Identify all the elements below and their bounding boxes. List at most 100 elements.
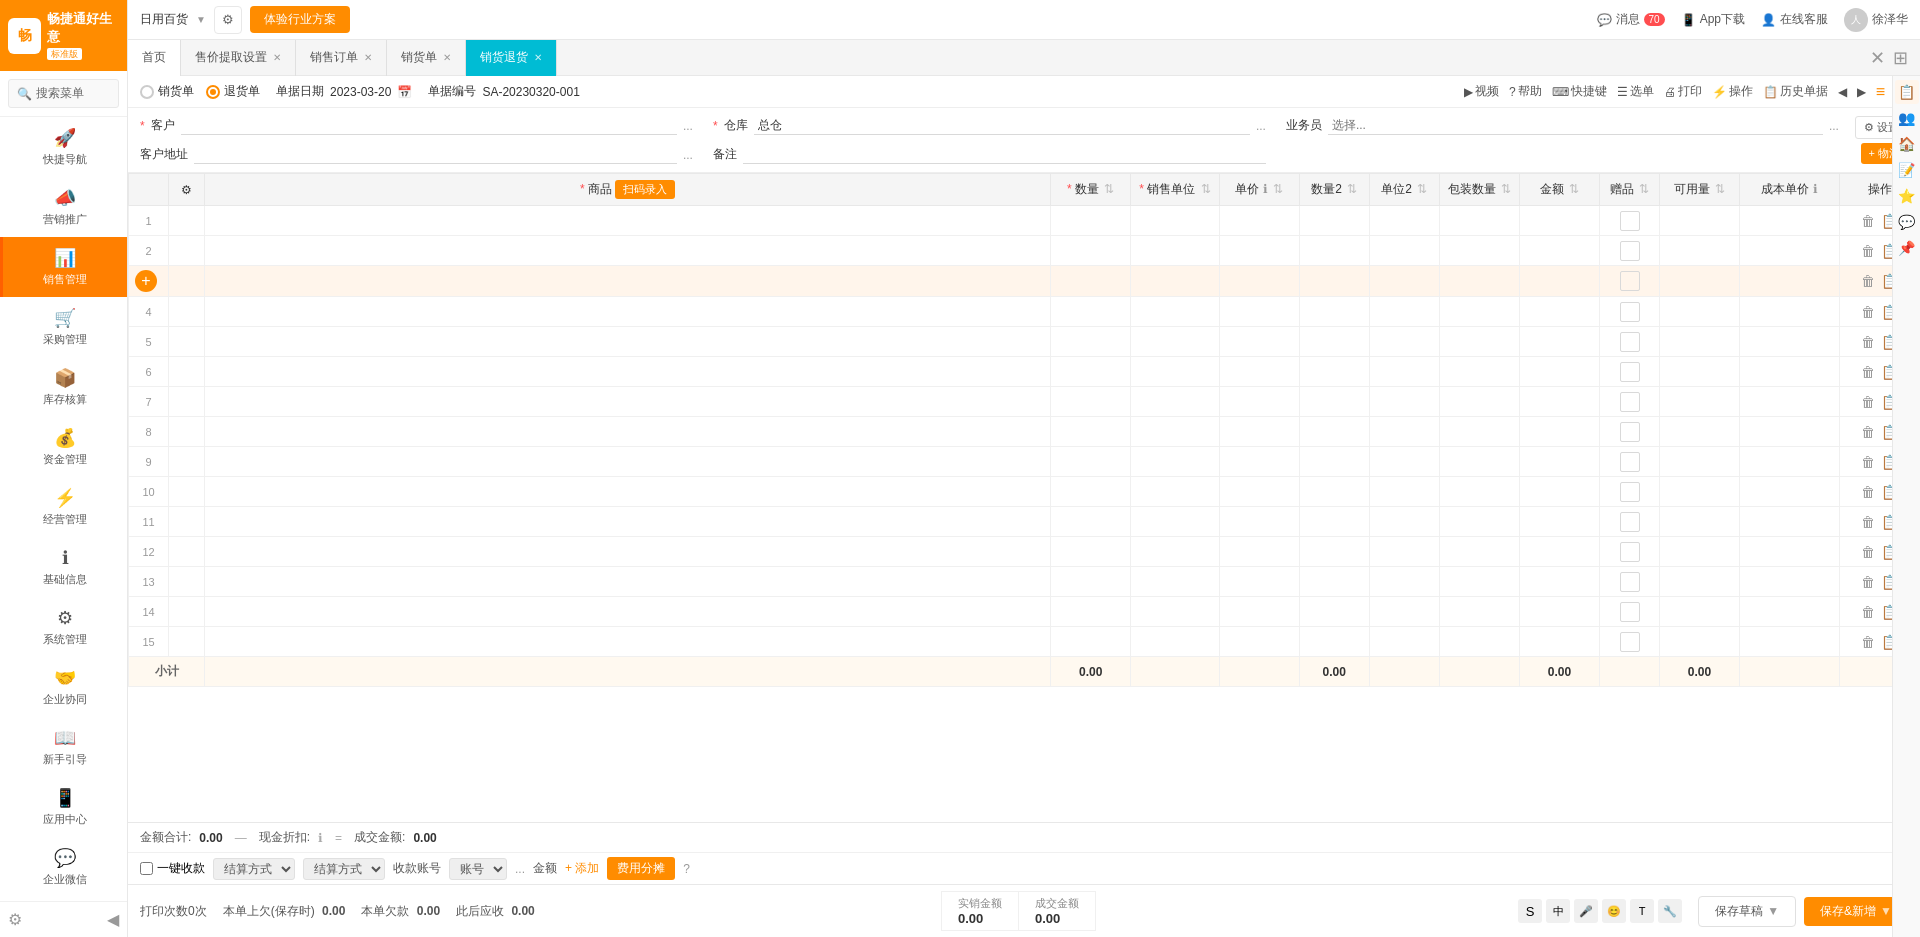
- row-product[interactable]: [205, 206, 1051, 236]
- row-avail[interactable]: [1660, 206, 1740, 236]
- row-avail[interactable]: [1660, 236, 1740, 266]
- address-select-icon[interactable]: ...: [683, 148, 693, 162]
- save-new-dropdown-icon[interactable]: ▼: [1880, 904, 1892, 918]
- discount-info-icon[interactable]: ℹ: [318, 831, 323, 845]
- row-avail[interactable]: [1660, 266, 1740, 297]
- customer-select-icon[interactable]: ...: [683, 119, 693, 133]
- delete-row-icon[interactable]: 🗑: [1861, 394, 1875, 410]
- row-pkg[interactable]: [1439, 266, 1519, 297]
- amount-sort-icon[interactable]: ⇅: [1569, 182, 1579, 196]
- gift-checkbox[interactable]: [1620, 332, 1640, 352]
- product-edit-input[interactable]: [211, 274, 1044, 288]
- fee-help-icon[interactable]: ?: [683, 862, 690, 876]
- row-gift[interactable]: [1600, 236, 1660, 266]
- row-qty[interactable]: [1051, 236, 1131, 266]
- gift-checkbox[interactable]: [1620, 362, 1640, 382]
- pay-checkbox-input[interactable]: [140, 862, 153, 875]
- toolbar-history[interactable]: 📋 历史单据: [1763, 83, 1828, 100]
- toolbar-print[interactable]: 🖨 打印: [1664, 83, 1702, 100]
- emoji-icon[interactable]: 😊: [1602, 899, 1626, 923]
- right-action-star[interactable]: ⭐: [1895, 184, 1919, 208]
- account-dots[interactable]: ...: [515, 862, 525, 876]
- toolbar-view1-btn[interactable]: ≡: [1876, 83, 1885, 101]
- th-settings[interactable]: ⚙: [169, 174, 205, 206]
- sidebar-item-inventory[interactable]: 📦 库存核算: [0, 357, 127, 417]
- sidebar-item-finance[interactable]: 💰 资金管理: [0, 417, 127, 477]
- gift-checkbox[interactable]: [1620, 271, 1640, 291]
- delete-row-icon[interactable]: 🗑: [1861, 514, 1875, 530]
- search-menu-button[interactable]: 🔍 搜索菜单: [8, 79, 119, 108]
- messages-button[interactable]: 💬 消息 70: [1597, 11, 1665, 28]
- delete-row-icon[interactable]: 🗑: [1861, 604, 1875, 620]
- tab-sales-delivery[interactable]: 销货单 ✕: [387, 40, 466, 76]
- calc-method-select[interactable]: 结算方式: [303, 858, 385, 880]
- gift-checkbox[interactable]: [1620, 602, 1640, 622]
- sidebar-item-guide[interactable]: 📖 新手引导: [0, 717, 127, 777]
- row-unit2[interactable]: [1369, 236, 1439, 266]
- return-type-radio[interactable]: 退货单: [206, 83, 260, 100]
- sidebar-collapse-button[interactable]: ◀: [107, 910, 119, 929]
- row-qty[interactable]: [1051, 206, 1131, 236]
- right-action-pin[interactable]: 📌: [1895, 236, 1919, 260]
- gift-checkbox[interactable]: [1620, 452, 1640, 472]
- online-service-button[interactable]: 👤 在线客服: [1761, 11, 1828, 28]
- sidebar-item-sales[interactable]: 📊 销售管理: [0, 237, 127, 297]
- add-row-plus-icon[interactable]: +: [135, 270, 157, 292]
- warehouse-select-icon[interactable]: ...: [1256, 119, 1266, 133]
- payment-method-select[interactable]: 结算方式: [213, 858, 295, 880]
- fee-split-button[interactable]: 费用分摊: [607, 857, 675, 880]
- zh-icon[interactable]: 中: [1546, 899, 1570, 923]
- row-gift[interactable]: [1600, 206, 1660, 236]
- right-action-active[interactable]: 📋: [1895, 80, 1919, 104]
- gift-sort-icon[interactable]: ⇅: [1639, 182, 1649, 196]
- save-draft-dropdown-icon[interactable]: ▼: [1767, 904, 1779, 918]
- sidebar-item-purchase[interactable]: 🛒 采购管理: [0, 297, 127, 357]
- row-qty2[interactable]: [1299, 266, 1369, 297]
- price-info-icon[interactable]: ℹ: [1263, 182, 1268, 196]
- sidebar-item-enterprise[interactable]: 🤝 企业协同: [0, 657, 127, 717]
- sidebar-item-quick-nav[interactable]: 🚀 快捷导航: [0, 117, 127, 177]
- gift-checkbox[interactable]: [1620, 572, 1640, 592]
- right-action-chat[interactable]: 💬: [1895, 210, 1919, 234]
- right-action-note[interactable]: 📝: [1895, 158, 1919, 182]
- translate-icon[interactable]: T: [1630, 899, 1654, 923]
- tab-sales-order-close[interactable]: ✕: [364, 52, 372, 63]
- unit-sort-icon[interactable]: ⇅: [1201, 182, 1211, 196]
- mic-icon[interactable]: 🎤: [1574, 899, 1598, 923]
- toolbar-video[interactable]: ▶ 视频: [1464, 83, 1499, 100]
- row-unit2[interactable]: [1369, 206, 1439, 236]
- avail-sort-icon[interactable]: ⇅: [1715, 182, 1725, 196]
- delete-row-icon[interactable]: 🗑: [1861, 364, 1875, 380]
- tab-sales-return-close[interactable]: ✕: [534, 52, 542, 63]
- row-pkg[interactable]: [1439, 206, 1519, 236]
- user-profile-button[interactable]: 人 徐泽华: [1844, 8, 1908, 32]
- gift-checkbox[interactable]: [1620, 392, 1640, 412]
- gift-checkbox[interactable]: [1620, 542, 1640, 562]
- row-qty[interactable]: [1051, 266, 1131, 297]
- row-gift[interactable]: [1600, 266, 1660, 297]
- delete-row-icon[interactable]: 🗑: [1861, 424, 1875, 440]
- gift-checkbox[interactable]: [1620, 482, 1640, 502]
- toolbar-help[interactable]: ? 帮助: [1509, 83, 1542, 100]
- toolbar-shortcut[interactable]: ⌨ 快捷键: [1552, 83, 1607, 100]
- row-amount[interactable]: [1520, 236, 1600, 266]
- row-unit2[interactable]: [1369, 266, 1439, 297]
- toolbar-select[interactable]: ☰ 选单: [1617, 83, 1654, 100]
- date-picker-icon[interactable]: 📅: [397, 85, 412, 99]
- sidebar-item-basic-info[interactable]: ℹ 基础信息: [0, 537, 127, 597]
- header-settings-button[interactable]: ⚙: [214, 6, 242, 34]
- one-click-pay-checkbox[interactable]: 一键收款: [140, 860, 205, 877]
- toolbar-operations[interactable]: ⚡ 操作: [1712, 83, 1753, 100]
- gift-checkbox[interactable]: [1620, 211, 1640, 231]
- row-price[interactable]: [1219, 236, 1299, 266]
- row-unit[interactable]: [1131, 206, 1219, 236]
- right-action-users[interactable]: 👥: [1895, 106, 1919, 130]
- trial-plan-button[interactable]: 体验行业方案: [250, 6, 350, 33]
- gift-checkbox[interactable]: [1620, 512, 1640, 532]
- row-product-edit[interactable]: [205, 266, 1051, 297]
- sale-type-radio[interactable]: 销货单: [140, 83, 194, 100]
- delete-row-icon[interactable]: 🗑: [1861, 544, 1875, 560]
- row-amount[interactable]: [1520, 266, 1600, 297]
- delete-row-icon[interactable]: 🗑: [1861, 634, 1875, 650]
- delete-row-icon[interactable]: 🗑: [1861, 484, 1875, 500]
